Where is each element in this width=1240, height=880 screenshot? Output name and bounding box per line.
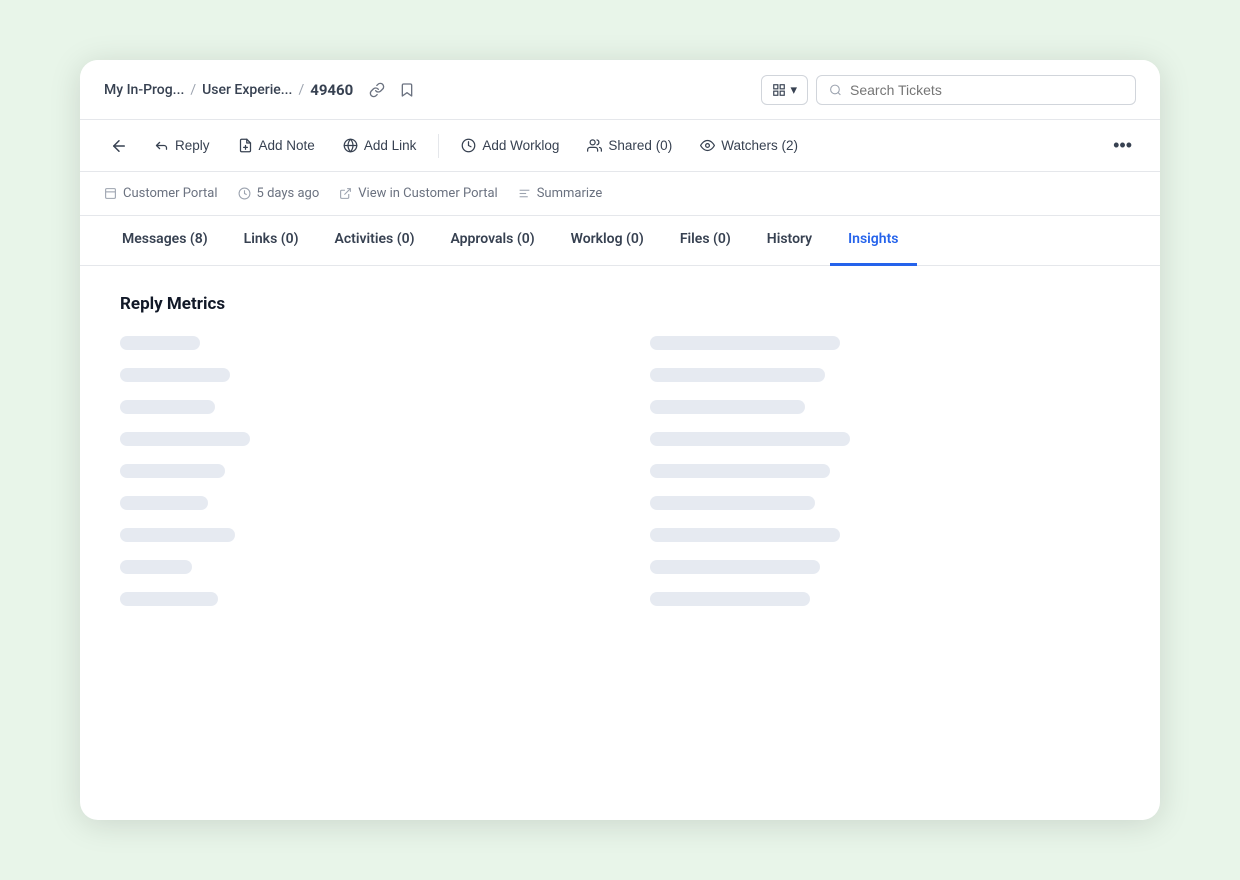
skeleton-item — [120, 592, 218, 606]
add-worklog-button[interactable]: Add Worklog — [449, 132, 571, 159]
search-input[interactable] — [850, 82, 1123, 98]
skeleton-item — [120, 528, 235, 542]
tabs-bar: Messages (8) Links (0) Activities (0) Ap… — [80, 216, 1160, 266]
breadcrumb-sep1: / — [190, 82, 196, 98]
back-button[interactable] — [100, 131, 138, 161]
skeleton-item — [650, 464, 830, 478]
toolbar-separator — [438, 134, 439, 158]
browser-window: My In-Prog... / User Experie... / 49460 … — [80, 60, 1160, 820]
breadcrumb-part1[interactable]: My In-Prog... — [104, 82, 184, 98]
time-ago-item: 5 days ago — [238, 186, 320, 201]
shared-button[interactable]: Shared (0) — [575, 132, 684, 159]
skeleton-item — [120, 560, 192, 574]
view-customer-portal-item[interactable]: View in Customer Portal — [339, 186, 497, 201]
watchers-icon — [700, 138, 715, 153]
skeleton-item — [650, 336, 840, 350]
breadcrumb: My In-Prog... / User Experie... / 49460 — [104, 80, 417, 100]
portal-icon — [104, 187, 117, 200]
breadcrumb-sep2: / — [298, 82, 304, 98]
note-icon — [238, 138, 253, 153]
skeleton-item — [650, 432, 850, 446]
reply-button[interactable]: Reply — [142, 132, 222, 159]
header-bar: My In-Prog... / User Experie... / 49460 … — [80, 60, 1160, 120]
skeleton-item — [120, 368, 230, 382]
worklog-icon — [461, 138, 476, 153]
external-link-icon — [339, 187, 352, 200]
add-link-button[interactable]: Add Link — [331, 132, 429, 159]
tab-activities[interactable]: Activities (0) — [317, 216, 433, 266]
filter-chevron: ▾ — [790, 82, 797, 98]
clock-icon — [238, 187, 251, 200]
skeleton-item — [120, 336, 200, 350]
skeleton-item — [650, 528, 840, 542]
skeleton-item — [650, 592, 810, 606]
bookmark-icon-btn[interactable] — [397, 80, 417, 100]
summarize-item[interactable]: Summarize — [518, 186, 603, 201]
summarize-icon — [518, 187, 531, 200]
breadcrumb-icons — [367, 80, 417, 100]
link-icon — [343, 138, 358, 153]
skeleton-item — [120, 432, 250, 446]
reply-metrics-title: Reply Metrics — [120, 294, 1120, 314]
search-box[interactable] — [816, 75, 1136, 105]
skeleton-item — [650, 496, 815, 510]
watchers-button[interactable]: Watchers (2) — [688, 132, 810, 159]
reply-icon — [154, 138, 169, 153]
customer-portal-item[interactable]: Customer Portal — [104, 186, 218, 201]
more-options-button[interactable]: ••• — [1105, 129, 1140, 162]
tab-history[interactable]: History — [749, 216, 830, 266]
breadcrumb-ticket-id[interactable]: 49460 — [310, 81, 353, 99]
tab-worklog[interactable]: Worklog (0) — [553, 216, 662, 266]
skeleton-grid — [120, 336, 1120, 606]
tab-approvals[interactable]: Approvals (0) — [433, 216, 553, 266]
search-filter-button[interactable]: ▾ — [761, 75, 808, 105]
skeleton-item — [650, 400, 805, 414]
toolbar: Reply Add Note Add Link Add Worklog Shar… — [80, 120, 1160, 172]
shared-icon — [587, 138, 602, 153]
skeleton-item — [650, 560, 820, 574]
skeleton-item — [120, 400, 215, 414]
search-icon — [829, 83, 842, 97]
insights-content: Reply Metrics — [80, 266, 1160, 634]
breadcrumb-part2[interactable]: User Experie... — [202, 82, 292, 98]
skeleton-item — [120, 496, 208, 510]
tab-insights[interactable]: Insights — [830, 216, 916, 266]
tab-links[interactable]: Links (0) — [226, 216, 317, 266]
add-note-button[interactable]: Add Note — [226, 132, 327, 159]
skeleton-item — [120, 464, 225, 478]
search-area: ▾ — [761, 75, 1136, 105]
tab-messages[interactable]: Messages (8) — [104, 216, 226, 266]
sub-bar: Customer Portal 5 days ago View in Custo… — [80, 172, 1160, 216]
skeleton-item — [650, 368, 825, 382]
tab-files[interactable]: Files (0) — [662, 216, 749, 266]
link-icon-btn[interactable] — [367, 80, 387, 100]
